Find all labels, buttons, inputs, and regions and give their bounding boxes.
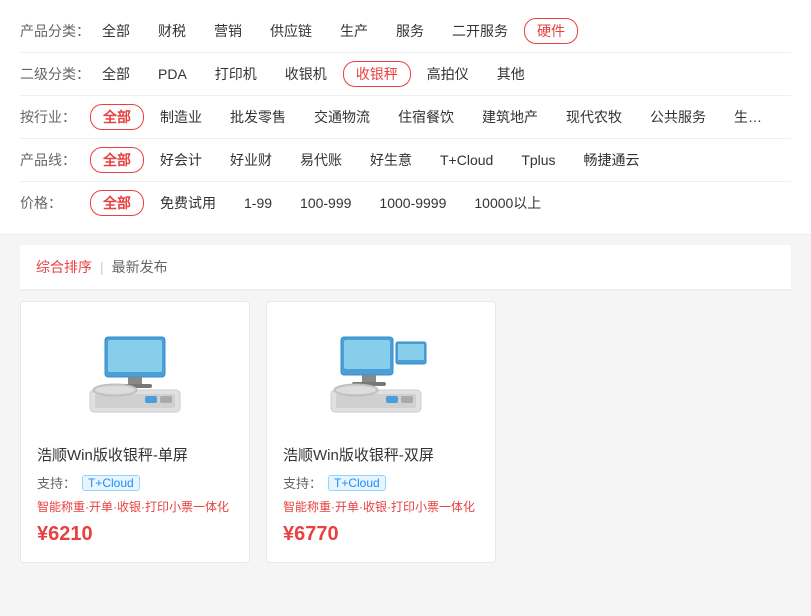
industry-label: 按行业： [20, 107, 90, 127]
product-support-1: 支持： T+Cloud [37, 473, 233, 492]
price-items: 全部 免费试用 1-99 100-999 1000-9999 10000以上 [90, 190, 557, 216]
ind-all[interactable]: 全部 [90, 104, 144, 130]
price-1-99[interactable]: 1-99 [232, 193, 284, 213]
pl-ledger[interactable]: 易代账 [288, 148, 354, 172]
sub-cashier[interactable]: 收银机 [273, 62, 339, 86]
category-items: 全部 财税 营销 供应链 生产 服务 二开服务 硬件 [90, 18, 582, 44]
ind-more[interactable]: 生… [722, 105, 774, 129]
support-text-1: 支持： [37, 473, 76, 492]
product-name-2: 浩顺Win版收银秤-双屏 [283, 444, 479, 465]
sub-pda[interactable]: PDA [146, 64, 199, 84]
product-price-2: ¥6770 [283, 523, 479, 546]
sub-highcam[interactable]: 高拍仪 [415, 62, 481, 86]
ind-manufacturing[interactable]: 制造业 [148, 105, 214, 129]
price-100-999[interactable]: 100-999 [288, 193, 363, 213]
productline-items: 全部 好会计 好业财 易代账 好生意 T+Cloud Tplus 畅捷通云 [90, 147, 656, 173]
product-price-1: ¥6210 [37, 523, 233, 546]
cat-all[interactable]: 全部 [90, 19, 142, 43]
cat-tax[interactable]: 财税 [146, 19, 198, 43]
pl-finance[interactable]: 好业财 [218, 148, 284, 172]
cat-service[interactable]: 服务 [384, 19, 436, 43]
productline-filter-row: 产品线： 全部 好会计 好业财 易代账 好生意 T+Cloud Tplus 畅捷… [20, 139, 791, 182]
cat-marketing[interactable]: 营销 [202, 19, 254, 43]
sort-divider: | [100, 259, 104, 275]
products-grid: 浩顺Win版收银秤-单屏 支持： T+Cloud 智能称重·开单·收银·打印小票… [20, 301, 791, 563]
support-badge-2: T+Cloud [328, 475, 386, 491]
subcategory-label: 二级分类： [20, 64, 90, 84]
pl-accounting[interactable]: 好会计 [148, 148, 214, 172]
product-card-1[interactable]: 浩顺Win版收银秤-单屏 支持： T+Cloud 智能称重·开单·收银·打印小票… [20, 301, 250, 563]
pl-business[interactable]: 好生意 [358, 148, 424, 172]
ind-hotel[interactable]: 住宿餐饮 [386, 105, 466, 129]
product-image-1 [80, 332, 190, 422]
category-filter-row: 产品分类： 全部 财税 营销 供应链 生产 服务 二开服务 硬件 [20, 10, 791, 53]
ind-wholesale[interactable]: 批发零售 [218, 105, 298, 129]
product-card-2[interactable]: 浩顺Win版收银秤-双屏 支持： T+Cloud 智能称重·开单·收银·打印小票… [266, 301, 496, 563]
pl-tplus[interactable]: Tplus [509, 150, 567, 170]
industry-filter-row: 按行业： 全部 制造业 批发零售 交通物流 住宿餐饮 建筑地产 现代农牧 公共服… [20, 96, 791, 139]
product-support-2: 支持： T+Cloud [283, 473, 479, 492]
sort-bar: 综合排序 | 最新发布 [20, 245, 791, 291]
sort-comprehensive[interactable]: 综合排序 [36, 253, 92, 281]
ind-construction[interactable]: 建筑地产 [470, 105, 550, 129]
ind-agriculture[interactable]: 现代农牧 [554, 105, 634, 129]
industry-items: 全部 制造业 批发零售 交通物流 住宿餐饮 建筑地产 现代农牧 公共服务 生… [90, 104, 778, 130]
pl-cjty[interactable]: 畅捷通云 [572, 148, 652, 172]
productline-label: 产品线： [20, 150, 90, 170]
sub-printer[interactable]: 打印机 [203, 62, 269, 86]
filter-section: 产品分类： 全部 财税 营销 供应链 生产 服务 二开服务 硬件 二级分类： 全… [0, 0, 811, 235]
sub-other[interactable]: 其他 [485, 62, 537, 86]
sub-all[interactable]: 全部 [90, 62, 142, 86]
product-name-1: 浩顺Win版收银秤-单屏 [37, 444, 233, 465]
price-1000-9999[interactable]: 1000-9999 [367, 193, 458, 213]
price-10000plus[interactable]: 10000以上 [462, 191, 553, 215]
category-label: 产品分类： [20, 21, 90, 41]
pl-all[interactable]: 全部 [90, 147, 144, 173]
cat-open[interactable]: 二开服务 [440, 19, 520, 43]
product-image-area-2 [283, 322, 479, 432]
pl-tcloud[interactable]: T+Cloud [428, 150, 505, 170]
sub-scale[interactable]: 收银秤 [343, 61, 411, 87]
support-badge-1: T+Cloud [82, 475, 140, 491]
product-desc-2: 智能称重·开单·收银·打印小票一体化 [283, 498, 479, 515]
subcategory-filter-row: 二级分类： 全部 PDA 打印机 收银机 收银秤 高拍仪 其他 [20, 53, 791, 96]
price-label: 价格： [20, 193, 90, 213]
cat-hardware[interactable]: 硬件 [524, 18, 578, 44]
price-all[interactable]: 全部 [90, 190, 144, 216]
subcategory-items: 全部 PDA 打印机 收银机 收银秤 高拍仪 其他 [90, 61, 541, 87]
ind-public[interactable]: 公共服务 [638, 105, 718, 129]
sort-newest[interactable]: 最新发布 [112, 253, 168, 281]
price-free[interactable]: 免费试用 [148, 191, 228, 215]
cat-production[interactable]: 生产 [328, 19, 380, 43]
support-text-2: 支持： [283, 473, 322, 492]
ind-transport[interactable]: 交通物流 [302, 105, 382, 129]
product-image-area-1 [37, 322, 233, 432]
price-filter-row: 价格： 全部 免费试用 1-99 100-999 1000-9999 10000… [20, 182, 791, 224]
product-image-2 [326, 332, 436, 422]
cat-supply[interactable]: 供应链 [258, 19, 324, 43]
product-desc-1: 智能称重·开单·收银·打印小票一体化 [37, 498, 233, 515]
